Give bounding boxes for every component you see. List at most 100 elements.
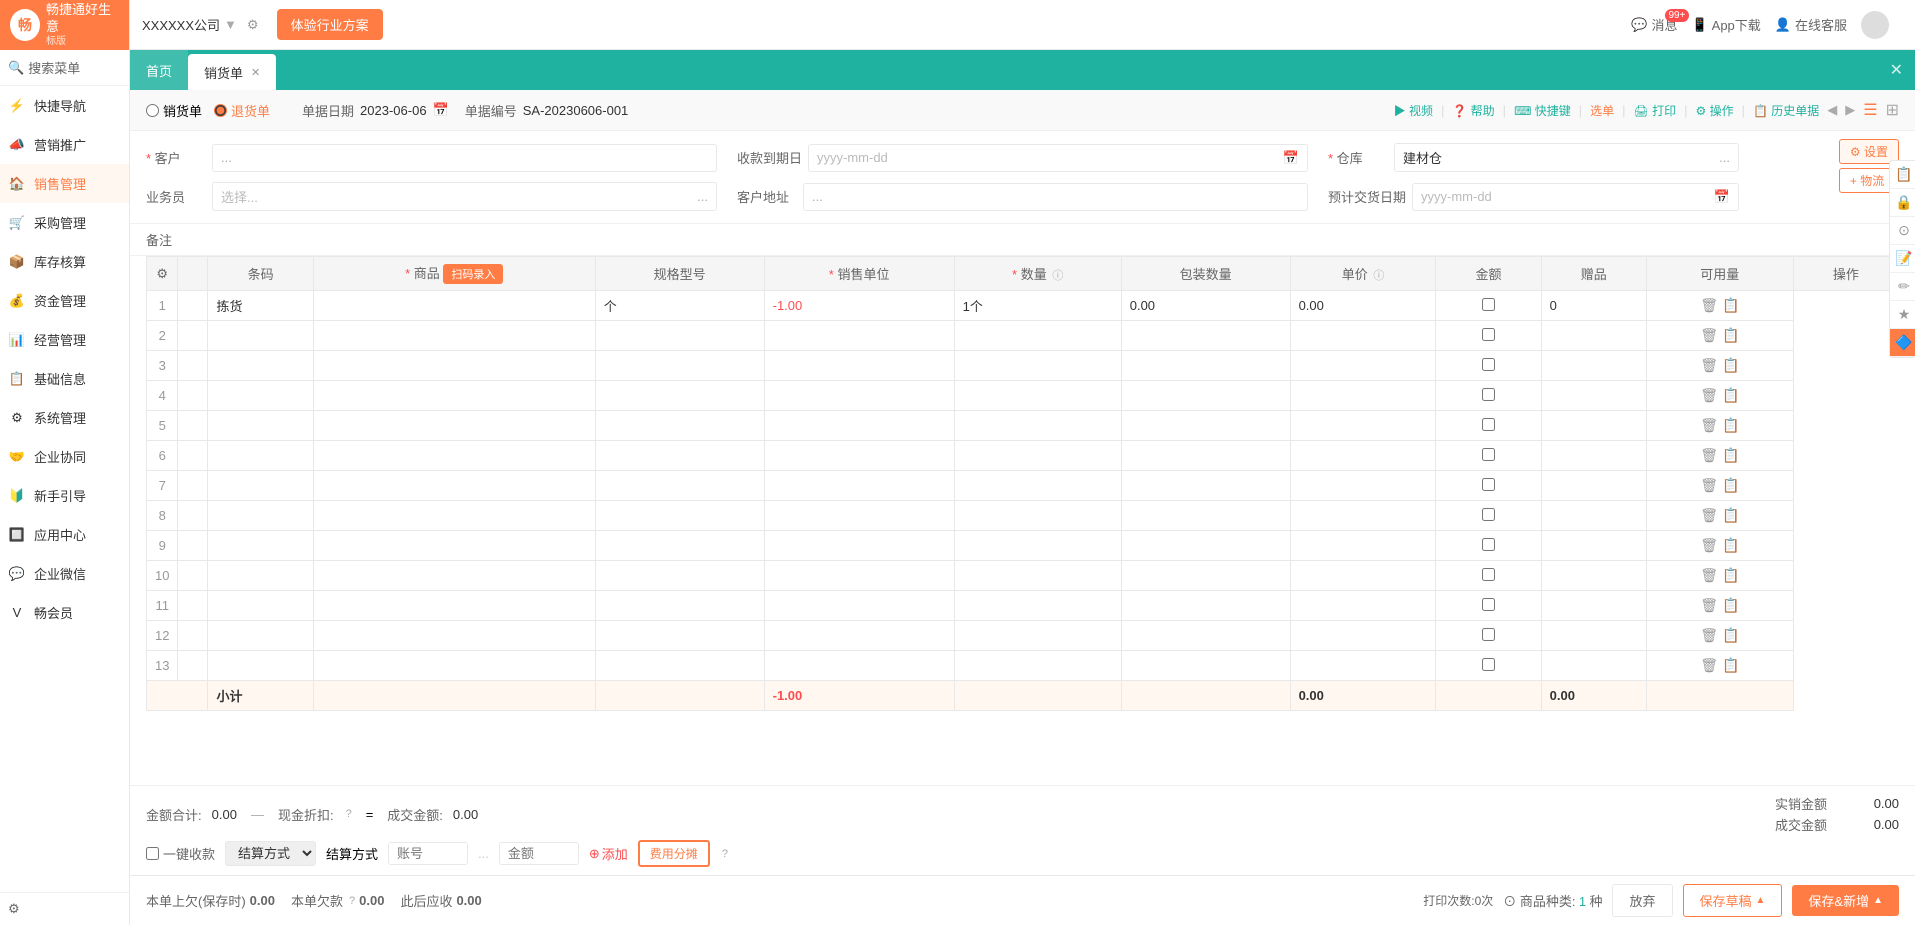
history-link[interactable]: 📋 历史单据	[1753, 102, 1819, 119]
row-spec-1[interactable]	[313, 291, 595, 321]
row-pkg-qty-4[interactable]	[954, 381, 1121, 411]
row-price-13[interactable]	[1121, 651, 1290, 681]
row-gift-9[interactable]	[1436, 531, 1541, 561]
sidebar-item-system[interactable]: ⚙ 系统管理	[0, 398, 129, 437]
shortcut-link[interactable]: ⌨ 快捷键	[1514, 102, 1571, 119]
customer-address-input[interactable]: ...	[803, 183, 1308, 211]
operation-link[interactable]: ⚙ 操作	[1695, 102, 1733, 119]
row-qty-1[interactable]: -1.00	[764, 291, 954, 321]
row-barcode-5[interactable]	[178, 411, 208, 441]
row-amount-8[interactable]	[1290, 501, 1436, 531]
online-service-btn[interactable]: 👤 在线客服	[1775, 15, 1847, 34]
row-unit-9[interactable]	[595, 531, 764, 561]
row-qty-2[interactable]	[764, 321, 954, 351]
account-input[interactable]	[388, 842, 468, 865]
row-product-4[interactable]	[208, 381, 313, 411]
row-gift-1[interactable]	[1436, 291, 1541, 321]
fee-split-btn[interactable]: 费用分摊	[638, 840, 710, 867]
sidebar-item-enterprise[interactable]: 🤝 企业协同	[0, 437, 129, 476]
row-pkg-qty-8[interactable]	[954, 501, 1121, 531]
row-qty-7[interactable]	[764, 471, 954, 501]
close-all-tabs-btn[interactable]: ✕	[1890, 60, 1903, 80]
row-unit-11[interactable]	[595, 591, 764, 621]
delete-icon-3[interactable]: 🗑	[1700, 357, 1718, 374]
row-pkg-qty-13[interactable]	[954, 651, 1121, 681]
row-qty-4[interactable]	[764, 381, 954, 411]
row-unit-6[interactable]	[595, 441, 764, 471]
row-gift-4[interactable]	[1436, 381, 1541, 411]
copy-icon-9[interactable]: 📋	[1722, 537, 1739, 554]
row-barcode-4[interactable]	[178, 381, 208, 411]
row-amount-3[interactable]	[1290, 351, 1436, 381]
row-amount-2[interactable]	[1290, 321, 1436, 351]
row-qty-5[interactable]	[764, 411, 954, 441]
row-pkg-qty-9[interactable]	[954, 531, 1121, 561]
delete-icon-5[interactable]: 🗑	[1700, 417, 1718, 434]
row-gift-3[interactable]	[1436, 351, 1541, 381]
delete-icon-8[interactable]: 🗑	[1700, 507, 1718, 524]
row-price-8[interactable]	[1121, 501, 1290, 531]
help-link[interactable]: ❓ 帮助	[1452, 102, 1494, 119]
row-unit-8[interactable]	[595, 501, 764, 531]
row-amount-5[interactable]	[1290, 411, 1436, 441]
delete-icon-2[interactable]: 🗑	[1700, 327, 1718, 344]
sidebar-item-quick-nav[interactable]: ⚡ 快捷导航	[0, 86, 129, 125]
delete-icon-6[interactable]: 🗑	[1700, 447, 1718, 464]
row-unit-1[interactable]: 个	[595, 291, 764, 321]
row-gift-7[interactable]	[1436, 471, 1541, 501]
delete-icon-1[interactable]: 🗑	[1700, 297, 1718, 314]
row-qty-11[interactable]	[764, 591, 954, 621]
row-gift-10[interactable]	[1436, 561, 1541, 591]
row-unit-5[interactable]	[595, 411, 764, 441]
save-new-btn[interactable]: 保存&新增 ▲	[1792, 885, 1899, 916]
amount-input[interactable]	[499, 842, 579, 865]
row-unit-3[interactable]	[595, 351, 764, 381]
row-available-5[interactable]	[1541, 411, 1646, 441]
row-gift-2[interactable]	[1436, 321, 1541, 351]
row-spec-9[interactable]	[313, 531, 595, 561]
user-avatar[interactable]	[1861, 11, 1889, 39]
row-barcode-11[interactable]	[178, 591, 208, 621]
row-amount-6[interactable]	[1290, 441, 1436, 471]
scan-btn[interactable]: 扫码录入	[443, 264, 503, 284]
row-pkg-qty-11[interactable]	[954, 591, 1121, 621]
row-spec-13[interactable]	[313, 651, 595, 681]
row-price-7[interactable]	[1121, 471, 1290, 501]
row-amount-7[interactable]	[1290, 471, 1436, 501]
row-price-9[interactable]	[1121, 531, 1290, 561]
row-pkg-qty-3[interactable]	[954, 351, 1121, 381]
view-list-icon[interactable]: ☰	[1863, 100, 1877, 120]
row-unit-4[interactable]	[595, 381, 764, 411]
row-pkg-qty-2[interactable]	[954, 321, 1121, 351]
row-amount-1[interactable]: 0.00	[1290, 291, 1436, 321]
row-gift-6[interactable]	[1436, 441, 1541, 471]
row-product-5[interactable]	[208, 411, 313, 441]
product-type-count[interactable]: 1	[1579, 894, 1586, 909]
row-unit-7[interactable]	[595, 471, 764, 501]
delete-icon-11[interactable]: 🗑	[1700, 597, 1718, 614]
copy-icon-13[interactable]: 📋	[1722, 657, 1739, 674]
copy-icon-6[interactable]: 📋	[1722, 447, 1739, 464]
row-product-9[interactable]	[208, 531, 313, 561]
delete-icon-4[interactable]: 🗑	[1700, 387, 1718, 404]
row-available-4[interactable]	[1541, 381, 1646, 411]
row-barcode-2[interactable]	[178, 321, 208, 351]
video-link[interactable]: ▶ 视频	[1394, 102, 1433, 119]
warehouse-input[interactable]: 建材仓 ...	[1394, 143, 1739, 172]
row-available-9[interactable]	[1541, 531, 1646, 561]
row-product-12[interactable]	[208, 621, 313, 651]
sidebar-item-basic[interactable]: 📋 基础信息	[0, 359, 129, 398]
row-qty-6[interactable]	[764, 441, 954, 471]
copy-icon-10[interactable]: 📋	[1722, 567, 1739, 584]
row-product-8[interactable]	[208, 501, 313, 531]
right-tool-6[interactable]: ★	[1890, 301, 1915, 329]
row-price-5[interactable]	[1121, 411, 1290, 441]
row-available-8[interactable]	[1541, 501, 1646, 531]
row-amount-9[interactable]	[1290, 531, 1436, 561]
row-price-2[interactable]	[1121, 321, 1290, 351]
copy-icon-8[interactable]: 📋	[1722, 507, 1739, 524]
row-amount-13[interactable]	[1290, 651, 1436, 681]
row-qty-9[interactable]	[764, 531, 954, 561]
row-pkg-qty-5[interactable]	[954, 411, 1121, 441]
right-tool-1[interactable]: 📋	[1890, 161, 1915, 189]
